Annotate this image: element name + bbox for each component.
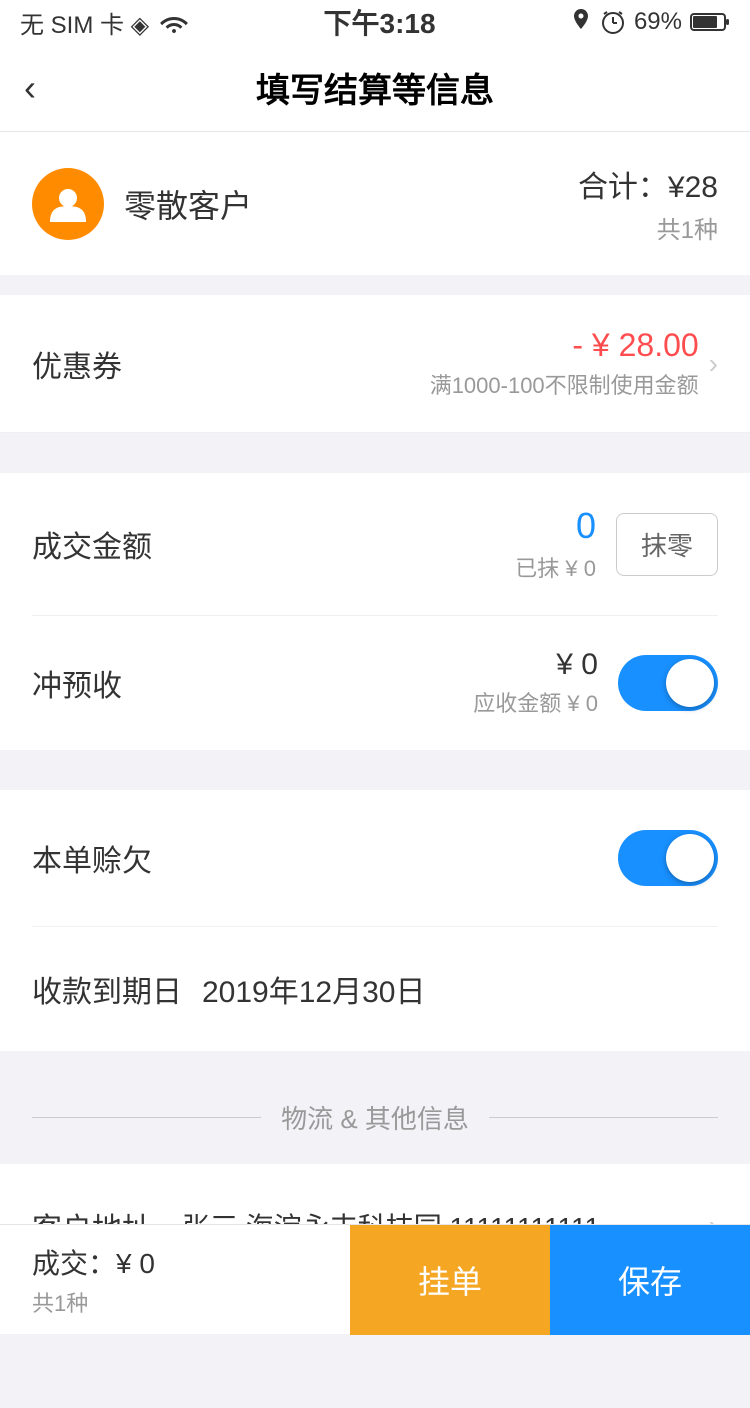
credit-row: 本单赊欠: [32, 790, 718, 927]
header-line-left: [32, 1117, 261, 1118]
sim-status: 无 SIM 卡 ◈: [20, 5, 149, 40]
coupon-right: - ¥ 28.00 满1000-100不限制使用金额 ›: [430, 327, 718, 400]
deal-sub-text: 已抹 ¥ 0: [515, 551, 596, 583]
deal-amount-row: 成交金额 0 已抹 ¥ 0 抹零: [32, 473, 718, 616]
status-time: 下午3:18: [324, 2, 436, 42]
due-date-row: 收款到期日 2019年12月30日: [32, 927, 718, 1051]
battery-text: 69%: [634, 8, 682, 36]
bottom-summary: 成交：¥ 0 共1种: [0, 1242, 350, 1318]
customer-avatar: [32, 168, 104, 240]
credit-section: 本单赊欠 收款到期日 2019年12月30日: [0, 790, 750, 1051]
person-icon: [46, 182, 90, 226]
coupon-description: 满1000-100不限制使用金额: [430, 368, 699, 400]
nav-bar: ‹ 填写结算等信息: [0, 44, 750, 132]
status-left: 无 SIM 卡 ◈: [20, 5, 189, 40]
bottom-bar: 成交：¥ 0 共1种 挂单 保存: [0, 1224, 750, 1334]
coupon-discount: - ¥ 28.00: [430, 327, 699, 364]
back-button[interactable]: ‹: [24, 67, 36, 109]
deal-right: 0 已抹 ¥ 0 抹零: [515, 505, 718, 583]
deal-amount-label: 成交金额: [32, 522, 152, 566]
page-title: 填写结算等信息: [256, 63, 494, 112]
credit-label: 本单赊欠: [32, 836, 152, 880]
prepay-row: 冲预收 ¥ 0 应收金额 ¥ 0: [32, 616, 718, 750]
battery-icon: [690, 11, 730, 33]
section-divider-3: [0, 1051, 750, 1071]
prepay-right: ¥ 0 应收金额 ¥ 0: [473, 648, 718, 718]
coupon-info: - ¥ 28.00 满1000-100不限制使用金额: [430, 327, 699, 400]
save-button[interactable]: 保存: [550, 1225, 750, 1335]
prepay-label: 冲预收: [32, 661, 122, 705]
section-divider-1: [0, 453, 750, 473]
status-bar: 无 SIM 卡 ◈ 下午3:18 69%: [0, 0, 750, 44]
hang-order-button[interactable]: 挂单: [350, 1225, 550, 1335]
customer-right: 合计：¥28 共1种: [578, 162, 718, 245]
content-area: 零散客户 合计：¥28 共1种 优惠券 - ¥ 28.00 满1000-100不…: [0, 132, 750, 1408]
deal-amount-wrap: 0 已抹 ¥ 0: [515, 505, 596, 583]
prepay-amount-wrap: ¥ 0 应收金额 ¥ 0: [473, 648, 598, 718]
bottom-deal-amount: ¥ 0: [116, 1248, 155, 1279]
customer-count: 共1种: [578, 210, 718, 245]
deal-section: 成交金额 0 已抹 ¥ 0 抹零 冲预收 ¥ 0 应收金额 ¥ 0: [0, 473, 750, 750]
chevron-right-icon: ›: [709, 348, 718, 380]
customer-left: 零散客户: [32, 168, 252, 240]
deal-amount-value: 0: [515, 505, 596, 547]
bottom-deal-label: 成交：: [32, 1248, 116, 1279]
credit-toggle[interactable]: [618, 830, 718, 886]
bottom-count: 共1种: [32, 1286, 318, 1318]
customer-total: 合计：¥28: [578, 162, 718, 206]
toggle-knob: [666, 659, 714, 707]
logistics-header: 物流 & 其他信息: [0, 1071, 750, 1164]
prepay-amount-value: ¥ 0: [473, 648, 598, 682]
coupon-row[interactable]: 优惠券 - ¥ 28.00 满1000-100不限制使用金额 ›: [0, 295, 750, 433]
customer-name: 零散客户: [124, 181, 252, 227]
header-line-right: [489, 1117, 718, 1118]
status-right: 69%: [570, 8, 730, 36]
logistics-title: 物流 & 其他信息: [281, 1099, 469, 1136]
location-icon: [570, 9, 592, 35]
wifi-icon: [159, 11, 189, 33]
prepay-sub-text: 应收金额 ¥ 0: [473, 686, 598, 718]
due-date-value: 2019年12月30日: [202, 967, 425, 1011]
credit-toggle-knob: [666, 834, 714, 882]
section-divider-2: [0, 750, 750, 770]
alarm-icon: [600, 9, 626, 35]
bottom-deal-text: 成交：¥ 0: [32, 1242, 318, 1282]
customer-row[interactable]: 零散客户 合计：¥28 共1种: [0, 132, 750, 275]
round-zero-button[interactable]: 抹零: [616, 513, 718, 576]
prepay-toggle[interactable]: [618, 655, 718, 711]
coupon-label: 优惠券: [32, 342, 122, 386]
due-date-label: 收款到期日: [32, 967, 182, 1011]
